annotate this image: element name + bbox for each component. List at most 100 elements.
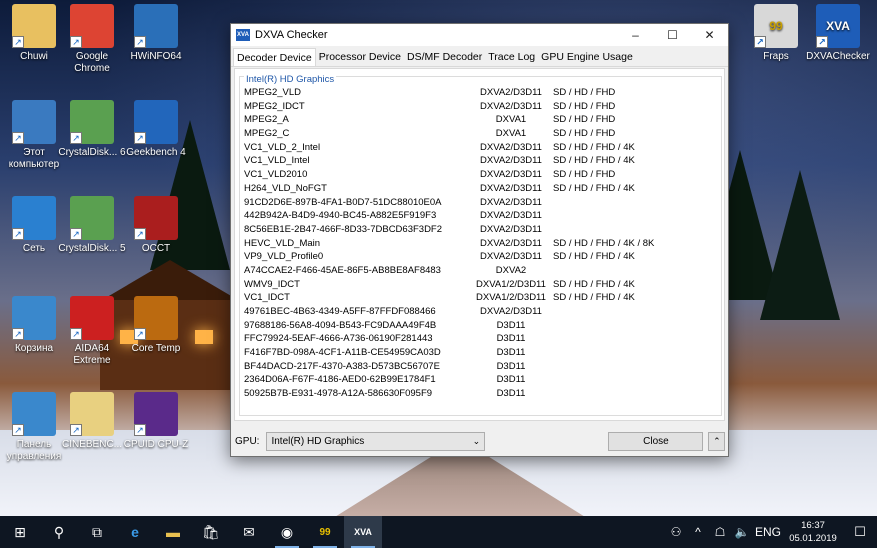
start-button[interactable]: ⊞ [0,516,40,548]
chrome-icon[interactable]: ◉ [268,516,306,548]
desktop-icon[interactable]: ↗ Geekbench 4 [122,100,190,159]
decoder-name: 50925B7B-E931-4978-A12A-586630F095F9 [244,388,433,400]
tab-processor-device[interactable]: Processor Device [316,48,404,66]
decoder-row[interactable]: 49761BEC-4B63-4349-A5FF-87FFDF088466 DXVA… [244,305,722,319]
decoder-row[interactable]: VC1_IDCT DXVA1/2/D3D11 SD / HD / FHD / 4K [244,291,722,305]
edge-icon[interactable]: e [116,516,154,548]
geekbench-icon: ↗ [134,100,178,144]
decoder-api: DXVA1 [495,128,527,140]
decoder-api: DXVA2/D3D11 [480,169,542,181]
decoder-resolutions [550,223,722,237]
desktop-icon[interactable]: ↗ Core Temp [122,296,190,355]
decoder-row[interactable]: MPEG2_IDCT DXVA2/D3D11 SD / HD / FHD [244,100,722,114]
wallpaper-window-light [195,330,213,344]
people-icon[interactable]: ⚇ [665,525,687,539]
desktop-icon[interactable]: ↗ OCCT [122,196,190,255]
decoder-row[interactable]: H264_VLD_NoFGT DXVA2/D3D11 SD / HD / FHD /… [244,182,722,196]
decoder-row[interactable]: MPEG2_A DXVA1 SD / HD / FHD [244,113,722,127]
decoder-row[interactable]: 8C56EB1E-2B47-466F-8D33-7DBCD63F3DF2 DXVA… [244,223,722,237]
decoder-row[interactable]: HEVC_VLD_Main DXVA2/D3D11 SD / HD / FHD / … [244,237,722,251]
decoder-row[interactable]: 442B942A-B4D9-4940-BC45-A882E5F919F3 DXVA… [244,209,722,223]
desktop-icon[interactable]: XVA ↗ DXVAChecker [804,4,872,63]
decoder-api: D3D11 [496,319,526,331]
decoder-row[interactable]: WMV9_IDCT DXVA1/2/D3D11 SD / HD / FHD / 4K [244,278,722,292]
decoder-row[interactable]: F416F7BD-098A-4CF1-A11B-CE54959CA03D D3D1… [244,346,722,360]
hwinfo-icon: ↗ [134,4,178,48]
decoder-resolutions [550,387,722,401]
search-icon[interactable]: ⚲ [40,516,78,548]
decoder-resolutions: SD / HD / FHD / 4K [553,182,635,194]
decoder-row[interactable]: MPEG2_VLD DXVA2/D3D11 SD / HD / FHD [244,86,722,100]
decoder-name: 2364D06A-F67F-4186-AED0-62B99E1784F1 [244,374,436,386]
file-explorer-icon[interactable]: ▬ [154,516,192,548]
network-icon[interactable]: ☖ [709,525,731,539]
chevron-up-button[interactable]: ⌃ [708,431,726,451]
decoder-resolutions [550,319,722,333]
shortcut-arrow-icon: ↗ [12,424,24,436]
desktop-icon-label: OCCT [141,243,171,254]
decoder-api: DXVA2/D3D11 [480,87,542,98]
window-title: DXVA Checker [255,29,328,41]
decoder-row[interactable]: MPEG2_C DXVA1 SD / HD / FHD [244,127,722,141]
decoder-name: MPEG2_C [244,128,290,140]
store-icon[interactable]: 🛍 [192,516,230,548]
shortcut-arrow-icon: ↗ [134,132,146,144]
decoder-api: D3D11 [496,347,526,359]
decoder-row[interactable]: VC1_VLD_Intel DXVA2/D3D11 SD / HD / FHD / … [244,154,722,168]
decoder-row[interactable]: 97688186-56A8-4094-B543-FC9DAAA49F4B D3D1… [244,319,722,333]
desktop-icon[interactable]: ↗ HWiNFO64 [122,4,190,63]
fraps-icon[interactable]: 99 [306,516,344,548]
notifications-icon[interactable]: ☐ [843,524,877,540]
desktop-icon[interactable]: ↗ CPUID CPU-Z [122,392,190,451]
close-window-button[interactable]: ✕ [691,24,728,46]
dxva-icon[interactable]: XVA [344,516,382,548]
decoder-resolutions [550,305,722,319]
decoder-row[interactable]: A74CCAE2-F466-45AE-86F5-AB8BE8AF8483 DXVA… [244,264,722,278]
decoder-resolutions [550,346,722,360]
tab-ds-mf-decoder[interactable]: DS/MF Decoder [404,48,485,66]
decoder-row[interactable]: 2364D06A-F67F-4186-AED0-62B99E1784F1 D3D1… [244,373,722,387]
title-bar[interactable]: XVA DXVA Checker – ☐ ✕ [231,24,728,46]
decoder-row[interactable]: BF44DACD-217F-4370-A383-D573BC56707E D3D1… [244,360,722,374]
decoder-resolutions [550,332,722,346]
cpuz-icon: ↗ [134,392,178,436]
cinebench-icon: ↗ [70,392,114,436]
decoder-row[interactable]: VP9_VLD_Profile0 DXVA2/D3D11 SD / HD / FHD… [244,250,722,264]
volume-icon[interactable]: 🔈 [731,525,753,539]
taskbar: ⊞ ⚲ ⧉ e ▬ 🛍 ✉ ◉ 99 XVA ⚇ ^ ☖ 🔈 ENG 16:37 05.01.20… [0,516,877,548]
desktop-icon-label: CPUID CPU-Z [123,439,189,450]
decoder-name: WMV9_IDCT [244,278,300,290]
shortcut-arrow-icon: ↗ [134,424,146,436]
decoder-api: DXVA2/D3D11 [480,196,542,208]
core-temp-icon: ↗ [134,296,178,340]
clock[interactable]: 16:37 05.01.2019 [783,519,843,545]
gpu-select[interactable]: Intel(R) HD Graphics ⌄ [266,431,486,451]
decoder-resolutions: SD / HD / FHD [553,114,616,126]
tab-gpu-engine-usage[interactable]: GPU Engine Usage [538,48,636,66]
maximize-button[interactable]: ☐ [654,24,691,46]
desktop-icon[interactable]: 99 ↗ Fraps [742,4,810,63]
task-view-icon[interactable]: ⧉ [78,516,116,548]
tab-trace-log[interactable]: Trace Log [485,48,538,66]
desktop-icon[interactable]: ↗ Google Chrome [58,4,126,75]
decoder-row[interactable]: 91CD2D6E-897B-4FA1-B0D7-51DC88010E0A DXVA… [244,196,722,210]
decoder-row[interactable]: VC1_VLD2010 DXVA2/D3D11 SD / HD / FHD [244,168,722,182]
user-folder-icon: ↗ [12,4,56,48]
desktop-icon[interactable]: ↗ CINEBENC... [58,392,126,451]
decoder-name: 49761BEC-4B63-4349-A5FF-87FFDF088466 [244,306,436,317]
tray-chevron-icon[interactable]: ^ [687,525,709,539]
desktop-icon[interactable]: ↗ CrystalDisk... 6 [58,100,126,159]
close-button[interactable]: Close [608,431,704,451]
decoder-row[interactable]: FFC79924-5EAF-4666-A736-06190F281443 D3D1… [244,332,722,346]
decoder-api: DXVA2/D3D11 [480,141,542,153]
minimize-button[interactable]: – [617,24,654,46]
decoder-row[interactable]: VC1_VLD_2_Intel DXVA2/D3D11 SD / HD / FHD … [244,141,722,155]
desktop-icon[interactable]: ↗ CrystalDisk... 5 [58,196,126,255]
tab-decoder-device[interactable]: Decoder Device [233,48,316,66]
language-indicator[interactable]: ENG [753,525,783,539]
desktop-icon[interactable]: ↗ AIDA64 Extreme [58,296,126,367]
mail-icon[interactable]: ✉ [230,516,268,548]
decoder-row[interactable]: 50925B7B-E931-4978-A12A-586630F095F9 D3D1… [244,387,722,401]
shortcut-arrow-icon: ↗ [70,328,82,340]
decoder-name: VC1_VLD_2_Intel [244,141,321,153]
